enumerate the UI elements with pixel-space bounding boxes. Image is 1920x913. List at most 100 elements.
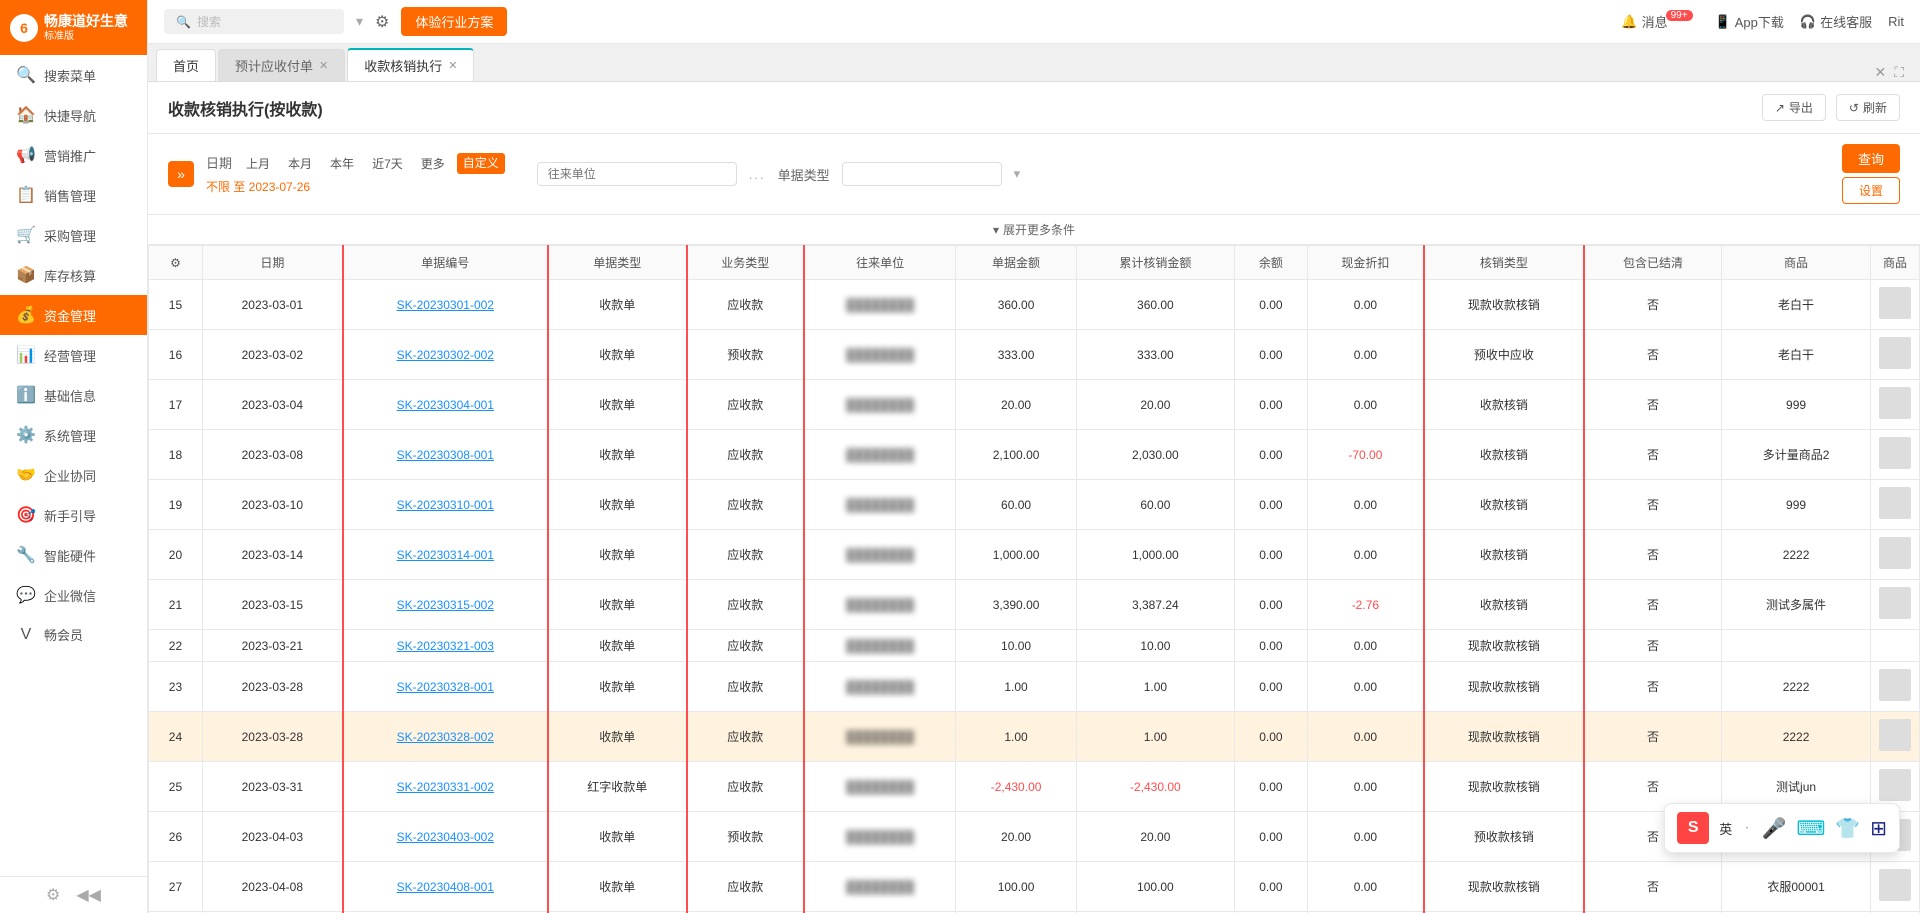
popup-grid-icon[interactable]: ⊞ bbox=[1870, 816, 1887, 841]
cell-cumulative: 20.00 bbox=[1076, 812, 1234, 862]
cell-voucher-no[interactable]: SK-20230403-002 bbox=[343, 812, 548, 862]
export-btn[interactable]: ↗ 导出 bbox=[1762, 94, 1826, 121]
cell-business-type: 应收款 bbox=[687, 280, 804, 330]
cell-voucher-no[interactable]: SK-20230304-001 bbox=[343, 380, 548, 430]
close-tab-icon[interactable]: ✕ bbox=[1874, 64, 1886, 81]
table-row: 22 2023-03-21 SK-20230321-003 收款单 应收款 ██… bbox=[149, 630, 1920, 662]
cell-cancel-type: 现款收款核销 bbox=[1424, 762, 1584, 812]
date-last-month-btn[interactable]: 上月 bbox=[240, 153, 276, 174]
user-avatar[interactable]: Rit bbox=[1888, 14, 1904, 29]
date-7days-btn[interactable]: 近7天 bbox=[366, 153, 409, 174]
app-download-item[interactable]: 📱 App下载 bbox=[1715, 12, 1784, 31]
cell-amount: 60.00 bbox=[956, 480, 1076, 530]
sidebar-item-finance[interactable]: 💰资金管理 bbox=[0, 295, 147, 335]
popup-shirt-icon[interactable]: 👕 bbox=[1835, 816, 1860, 841]
filter-toggle[interactable]: » bbox=[168, 161, 194, 187]
cell-voucher-type: 收款单 bbox=[548, 580, 687, 630]
tab-close-collection[interactable]: ✕ bbox=[448, 59, 457, 72]
collapse-icon[interactable]: ◀◀ bbox=[76, 885, 101, 905]
sidebar-item-search[interactable]: 🔍搜索菜单 bbox=[0, 55, 147, 95]
counterpart-input[interactable] bbox=[537, 162, 737, 186]
sidebar-item-wechat[interactable]: 💬企业微信 bbox=[0, 575, 147, 615]
expand-conditions-btn[interactable]: ▾ 展开更多条件 bbox=[993, 221, 1075, 238]
cell-voucher-no[interactable]: SK-20230321-003 bbox=[343, 630, 548, 662]
date-this-month-btn[interactable]: 本月 bbox=[282, 153, 318, 174]
cell-voucher-no[interactable]: SK-20230408-001 bbox=[343, 862, 548, 912]
col-cancel-type: 核销类型 bbox=[1424, 246, 1584, 280]
sidebar-item-inventory[interactable]: 📦库存核算 bbox=[0, 255, 147, 295]
page-header-actions: ↗ 导出 ↺ 刷新 bbox=[1762, 94, 1900, 121]
expand-tab-icon[interactable]: ⛶ bbox=[1894, 64, 1904, 81]
popup-keyboard-icon[interactable]: ⌨ bbox=[1796, 816, 1825, 841]
date-custom-btn[interactable]: 自定义 bbox=[457, 153, 505, 174]
table-row: 18 2023-03-08 SK-20230308-001 收款单 应收款 ██… bbox=[149, 430, 1920, 480]
filter-settings-btn[interactable]: 设置 bbox=[1842, 177, 1900, 204]
industry-btn[interactable]: 体验行业方案 bbox=[401, 7, 507, 36]
select-arrow-icon: ▾ bbox=[1014, 166, 1021, 182]
query-btn[interactable]: 查询 bbox=[1842, 144, 1900, 173]
topbar-search[interactable]: 🔍 搜索 bbox=[164, 9, 344, 34]
sidebar-item-sales[interactable]: 📋销售管理 bbox=[0, 175, 147, 215]
dropdown-arrow-icon[interactable]: ▾ bbox=[356, 13, 363, 30]
cell-balance: 0.00 bbox=[1234, 662, 1307, 712]
cell-voucher-no[interactable]: SK-20230301-002 bbox=[343, 280, 548, 330]
tab-receivables[interactable]: 预计应收付单✕ bbox=[218, 49, 345, 81]
col-settings[interactable]: ⚙ bbox=[149, 246, 203, 280]
cell-voucher-no[interactable]: SK-20230308-001 bbox=[343, 430, 548, 480]
cell-cash-discount: -70.00 bbox=[1307, 430, 1423, 480]
sidebar-label-marketing: 营销推广 bbox=[44, 146, 96, 165]
popup-text-icon[interactable]: 英 bbox=[1719, 819, 1732, 838]
voucher-type-select[interactable] bbox=[842, 162, 1002, 186]
table-area[interactable]: ⚙ 日期 单据编号 单据类型 业务类型 往来单位 单据金额 累计核销金额 余额 … bbox=[148, 245, 1920, 913]
notification-item[interactable]: 🔔 消息 99+ bbox=[1621, 12, 1698, 31]
cell-voucher-no[interactable]: SK-20230328-001 bbox=[343, 662, 548, 712]
cell-voucher-no[interactable]: SK-20230328-002 bbox=[343, 712, 548, 762]
filter-bar: » 日期 上月 本月 本年 近7天 更多 自定义 不限 至 2023-07-26 bbox=[148, 134, 1920, 215]
sidebar-item-quicknav[interactable]: 🏠快捷导航 bbox=[0, 95, 147, 135]
cell-no: 18 bbox=[149, 430, 203, 480]
settings-bottom-icon[interactable]: ⚙ bbox=[46, 885, 60, 905]
topbar-settings-icon[interactable]: ⚙ bbox=[375, 12, 389, 32]
popup-mic-icon[interactable]: 🎤 bbox=[1762, 816, 1787, 841]
sidebar-label-system: 系统管理 bbox=[44, 426, 96, 445]
sidebar-item-member[interactable]: V畅会员 bbox=[0, 615, 147, 654]
cell-voucher-no[interactable]: SK-20230331-002 bbox=[343, 762, 548, 812]
sidebar-item-basic[interactable]: ℹ️基础信息 bbox=[0, 375, 147, 415]
date-this-year-btn[interactable]: 本年 bbox=[324, 153, 360, 174]
cell-voucher-no[interactable]: SK-20230310-001 bbox=[343, 480, 548, 530]
table-row: 21 2023-03-15 SK-20230315-002 收款单 应收款 ██… bbox=[149, 580, 1920, 630]
inventory-icon: 📦 bbox=[16, 265, 36, 285]
date-more-btn[interactable]: 更多 bbox=[415, 153, 451, 174]
cell-product1: 2222 bbox=[1722, 712, 1871, 762]
sidebar-item-guide[interactable]: 🎯新手引导 bbox=[0, 495, 147, 535]
table-row: 19 2023-03-10 SK-20230310-001 收款单 应收款 ██… bbox=[149, 480, 1920, 530]
col-product2: 商品 bbox=[1871, 246, 1920, 280]
sidebar-label-sales: 销售管理 bbox=[44, 186, 96, 205]
sidebar-item-purchase[interactable]: 🛒采购管理 bbox=[0, 215, 147, 255]
sidebar-item-hardware[interactable]: 🔧智能硬件 bbox=[0, 535, 147, 575]
sidebar-label-enterprise: 企业协同 bbox=[44, 466, 96, 485]
cell-date: 2023-03-02 bbox=[202, 330, 342, 380]
sidebar-item-operation[interactable]: 📊经营管理 bbox=[0, 335, 147, 375]
sidebar-label-operation: 经营管理 bbox=[44, 346, 96, 365]
cell-cash-discount: 0.00 bbox=[1307, 712, 1423, 762]
tab-close-receivables[interactable]: ✕ bbox=[319, 59, 328, 72]
cell-amount: 20.00 bbox=[956, 812, 1076, 862]
online-service-item[interactable]: 🎧 在线客服 bbox=[1800, 12, 1872, 31]
table-header-row: ⚙ 日期 单据编号 单据类型 业务类型 往来单位 单据金额 累计核销金额 余额 … bbox=[149, 246, 1920, 280]
cell-amount: 3,390.00 bbox=[956, 580, 1076, 630]
cell-amount: 10.00 bbox=[956, 630, 1076, 662]
cell-voucher-no[interactable]: SK-20230314-001 bbox=[343, 530, 548, 580]
cell-cash-discount: 0.00 bbox=[1307, 812, 1423, 862]
sidebar-item-enterprise[interactable]: 🤝企业协同 bbox=[0, 455, 147, 495]
cell-voucher-no[interactable]: SK-20230302-002 bbox=[343, 330, 548, 380]
sidebar-item-system[interactable]: ⚙️系统管理 bbox=[0, 415, 147, 455]
cell-include-settled: 否 bbox=[1584, 630, 1722, 662]
sidebar-item-marketing[interactable]: 📢营销推广 bbox=[0, 135, 147, 175]
tab-home[interactable]: 首页 bbox=[156, 49, 216, 81]
cell-voucher-no[interactable]: SK-20230315-002 bbox=[343, 580, 548, 630]
refresh-btn[interactable]: ↺ 刷新 bbox=[1836, 94, 1900, 121]
tab-collection[interactable]: 收款核销执行✕ bbox=[347, 48, 474, 81]
cell-cumulative: 1,000.00 bbox=[1076, 530, 1234, 580]
popup-logo: S bbox=[1677, 812, 1709, 844]
